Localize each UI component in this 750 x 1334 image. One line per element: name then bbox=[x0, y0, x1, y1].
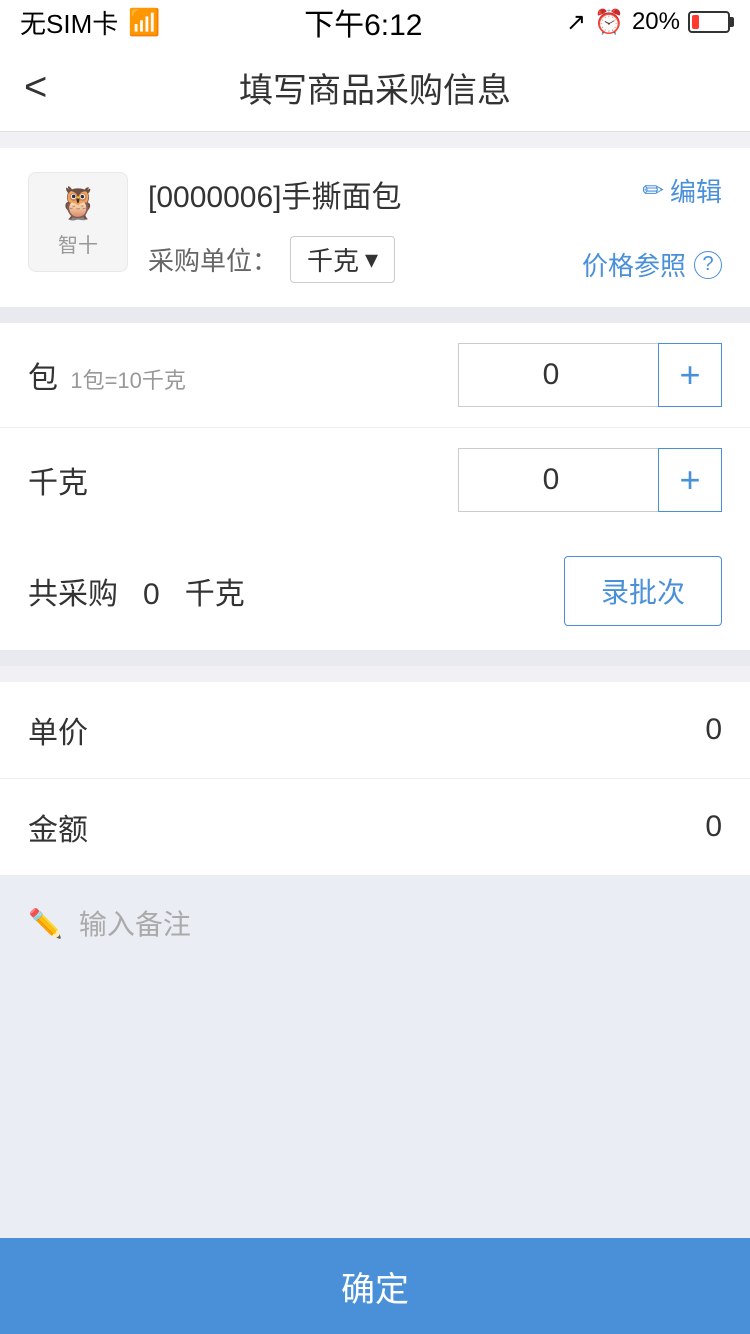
status-bar-left: 无SIM卡 📶 bbox=[20, 4, 161, 41]
price-ref-label: 价格参照 bbox=[582, 246, 686, 283]
kg-qty-wrap: + bbox=[458, 448, 722, 512]
unit-select[interactable]: 千克 ▾ bbox=[290, 236, 395, 283]
remark-placeholder: 输入备注 bbox=[79, 903, 191, 943]
bag-input-row: 包 1包=10千克 + bbox=[0, 323, 750, 428]
amount-label: 金额 bbox=[28, 805, 88, 849]
input-section: 包 1包=10千克 + 千克 + bbox=[0, 323, 750, 532]
bag-label-text: 包 bbox=[28, 362, 58, 395]
content-fill bbox=[0, 971, 750, 1251]
location-icon: ↗ bbox=[566, 8, 586, 37]
status-bar: 无SIM卡 📶 下午6:12 ↗ ⏰ 20% bbox=[0, 0, 750, 44]
bag-sub-label: 1包=10千克 bbox=[70, 368, 186, 393]
unit-label: 采购单位： bbox=[148, 241, 278, 278]
carrier-label: 无SIM卡 bbox=[20, 4, 118, 41]
bag-qty-wrap: + bbox=[458, 343, 722, 407]
amount-row: 金额 0 bbox=[0, 779, 750, 875]
help-icon: ? bbox=[694, 251, 722, 279]
summary-suffix: 千克 bbox=[185, 578, 245, 611]
kg-label: 千克 bbox=[28, 458, 148, 502]
kg-plus-button[interactable]: + bbox=[658, 448, 722, 512]
edit-icon: ✏ bbox=[642, 175, 664, 206]
remark-section[interactable]: ✏️ 输入备注 bbox=[0, 875, 750, 971]
record-batch-button[interactable]: 录批次 bbox=[564, 556, 722, 626]
summary-prefix: 共采购 bbox=[28, 578, 118, 611]
bag-quantity-input[interactable] bbox=[458, 343, 658, 407]
kg-quantity-input[interactable] bbox=[458, 448, 658, 512]
confirm-label: 确定 bbox=[341, 1262, 409, 1311]
battery-pct-label: 20% bbox=[632, 8, 680, 36]
price-reference-button[interactable]: 价格参照 ? bbox=[582, 246, 722, 283]
nav-bar: < 填写商品采购信息 bbox=[0, 44, 750, 132]
summary-section: 共采购 0 千克 录批次 bbox=[0, 532, 750, 650]
bag-plus-button[interactable]: + bbox=[658, 343, 722, 407]
product-logo: 🦉智十 bbox=[58, 184, 98, 261]
price-amount-section: 单价 0 金额 0 bbox=[0, 682, 750, 875]
section-divider-2 bbox=[0, 650, 750, 666]
confirm-button[interactable]: 确定 bbox=[0, 1238, 750, 1334]
unit-value: 千克 bbox=[307, 241, 359, 278]
edit-label: 编辑 bbox=[670, 172, 722, 209]
remark-icon: ✏️ bbox=[28, 907, 63, 940]
dropdown-arrow-icon: ▾ bbox=[365, 244, 378, 275]
bag-label: 包 1包=10千克 bbox=[28, 353, 186, 397]
summary-quantity: 0 bbox=[143, 578, 160, 611]
unit-price-label: 单价 bbox=[28, 708, 88, 752]
page-title: 填写商品采购信息 bbox=[239, 63, 511, 112]
status-bar-right: ↗ ⏰ 20% bbox=[566, 8, 730, 37]
section-divider-1 bbox=[0, 307, 750, 323]
unit-price-value: 0 bbox=[705, 713, 722, 747]
kg-input-row: 千克 + bbox=[0, 428, 750, 532]
edit-button[interactable]: ✏ 编辑 bbox=[642, 172, 722, 209]
product-card: 🦉智十 [0000006]手撕面包 采购单位： 千克 ▾ ✏ 编辑 价格参照 ? bbox=[0, 148, 750, 307]
summary-text: 共采购 0 千克 bbox=[28, 569, 245, 613]
summary-row: 共采购 0 千克 录批次 bbox=[0, 532, 750, 650]
back-button[interactable]: < bbox=[24, 65, 47, 110]
product-name: [0000006]手撕面包 bbox=[148, 172, 722, 216]
wifi-icon: 📶 bbox=[128, 7, 160, 38]
amount-value: 0 bbox=[705, 810, 722, 844]
battery-icon bbox=[688, 11, 730, 33]
unit-price-row: 单价 0 bbox=[0, 682, 750, 779]
status-bar-time: 下午6:12 bbox=[304, 0, 422, 44]
product-thumbnail: 🦉智十 bbox=[28, 172, 128, 272]
alarm-icon: ⏰ bbox=[594, 8, 624, 37]
